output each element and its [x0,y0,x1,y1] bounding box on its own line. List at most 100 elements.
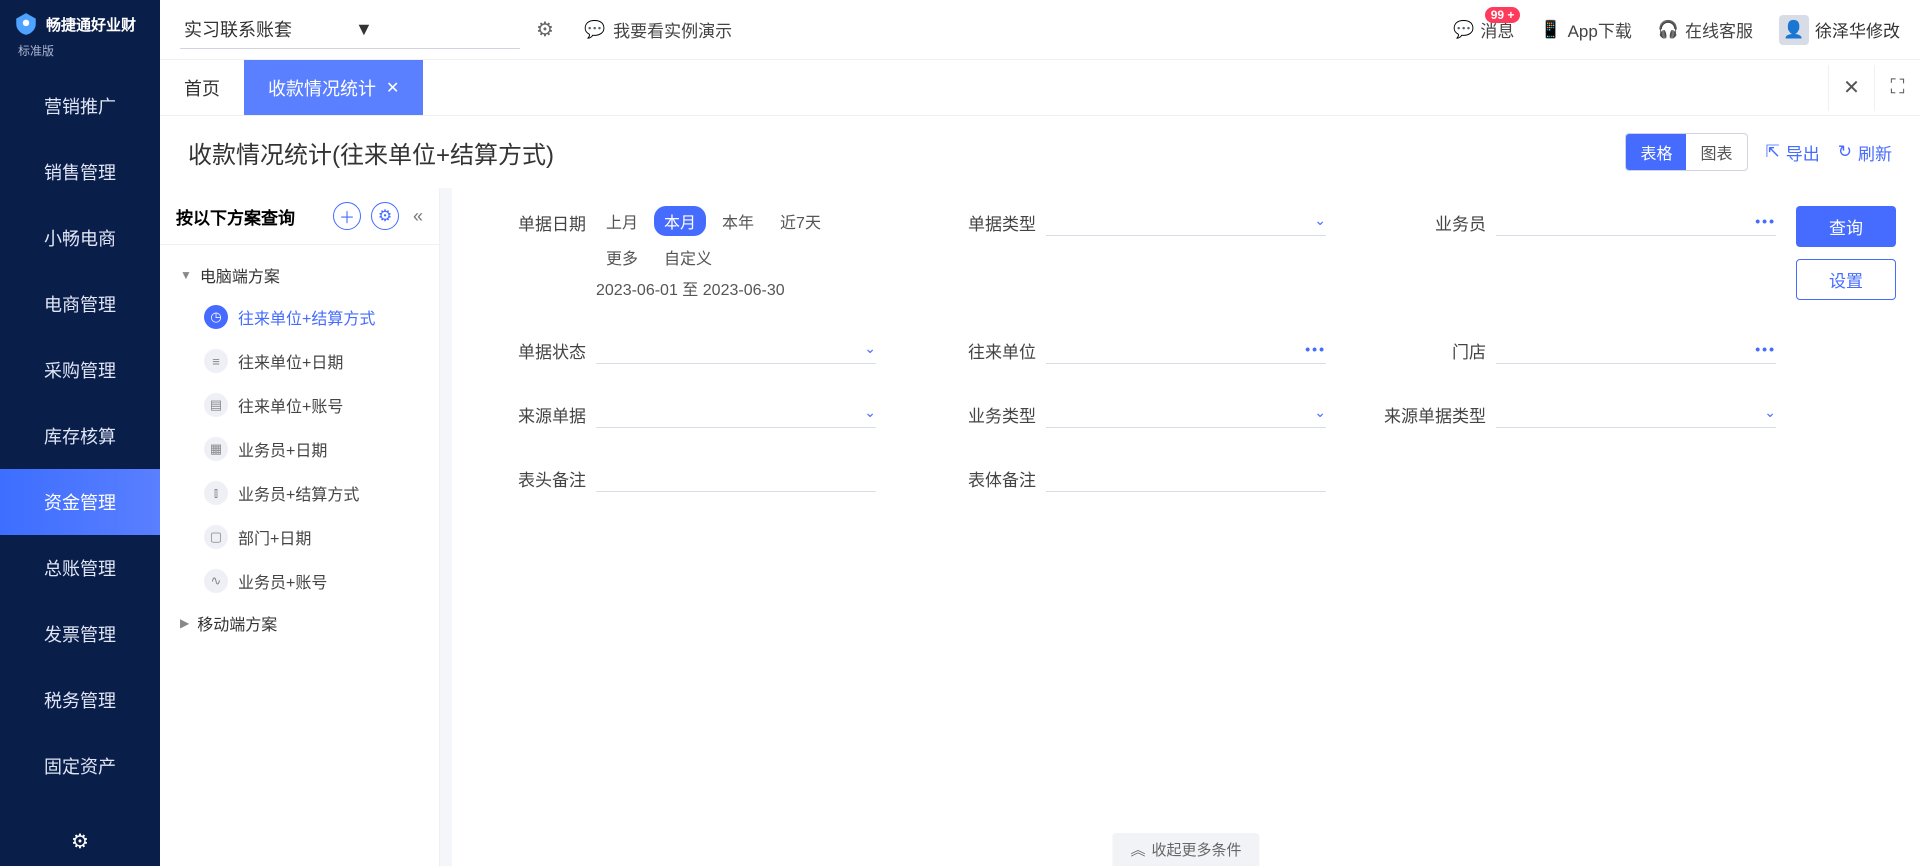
more-icon: ••• [1305,341,1326,357]
query-button[interactable]: 查询 [1796,206,1896,247]
refresh-button[interactable]: ↻ 刷新 [1838,140,1892,165]
chip-this-month[interactable]: 本月 [654,206,706,236]
view-toggle: 表格 图表 [1625,133,1747,171]
salesman-picker[interactable]: ••• [1496,206,1776,236]
chip-last-month[interactable]: 上月 [596,206,648,236]
refresh-label: 刷新 [1858,140,1892,165]
nav-purchase[interactable]: 采购管理 [0,337,160,403]
more-icon: ••• [1755,341,1776,357]
view-table-button[interactable]: 表格 [1626,134,1686,170]
chevron-down-icon: ⌄ [1314,212,1326,229]
tab-receipt-stats[interactable]: 收款情况统计 ✕ [244,60,423,115]
scheme-items-desktop: ◷往来单位+结算方式 ≡往来单位+日期 ▤往来单位+账号 ▦业务员+日期 ⫾业务… [168,295,431,603]
chevron-down-icon: ⌄ [1314,404,1326,421]
tab-label: 首页 [184,75,220,101]
calendar-icon: ▦ [204,437,228,461]
nav-ecommerce[interactable]: 电商管理 [0,271,160,337]
chevron-up-icon: ︽ [1130,839,1145,860]
chip-custom[interactable]: 自定义 [654,242,722,272]
messages-button[interactable]: 💬 消息 99 + [1453,17,1514,42]
avatar-icon: 👤 [1779,15,1809,45]
field-body-remark: 表体备注 [926,462,1326,492]
more-icon: ••• [1755,213,1776,229]
fullscreen-button[interactable]: ⛶ [1874,65,1920,111]
doc-type-select[interactable]: ⌄ [1046,206,1326,236]
label-header-remark: 表头备注 [476,462,586,491]
collapse-filters-button[interactable]: ︽ 收起更多条件 [1112,833,1259,866]
field-partner: 往来单位 ••• [926,334,1326,364]
field-store: 门店 ••• [1376,334,1776,364]
scheme-item-salesman-date[interactable]: ▦业务员+日期 [196,427,431,471]
date-range: 2023-06-01 至 2023-06-30 [596,276,876,300]
collapse-panel-icon[interactable]: « [413,206,423,227]
nav-inventory[interactable]: 库存核算 [0,403,160,469]
field-doc-type: 单据类型 ⌄ [926,206,1326,300]
close-all-tabs-button[interactable]: ✕ [1828,65,1874,111]
partner-picker[interactable]: ••• [1046,334,1326,364]
label-salesman: 业务员 [1376,206,1486,235]
view-chart-button[interactable]: 图表 [1686,134,1746,170]
nav-asset[interactable]: 固定资产 [0,733,160,799]
settings-button[interactable]: 设置 [1796,259,1896,300]
tabs-bar: 首页 收款情况统计 ✕ ✕ ⛶ [160,60,1920,116]
top-header: 实习联系账套 ▼ ⚙ 💬 我要看实例演示 💬 消息 99 + 📱 App下载 🎧… [160,0,1920,60]
page-title: 收款情况统计(往来单位+结算方式) [188,135,554,170]
chevron-down-icon: ⌄ [1764,404,1776,421]
scheme-group-mobile[interactable]: ▶ 移动端方案 [168,603,431,643]
export-button[interactable]: ⇱ 导出 [1766,140,1820,165]
support-button[interactable]: 🎧 在线客服 [1658,17,1753,42]
chip-this-year[interactable]: 本年 [712,206,764,236]
source-doc-select[interactable]: ⌄ [596,398,876,428]
label-partner: 往来单位 [926,334,1036,363]
scheme-item-partner-date[interactable]: ≡往来单位+日期 [196,339,431,383]
doc-status-select[interactable]: ⌄ [596,334,876,364]
chip-7days[interactable]: 近7天 [770,206,831,236]
scheme-group-desktop[interactable]: ▼ 电脑端方案 [168,255,431,295]
date-sep: 至 [682,282,698,299]
nav-marketing[interactable]: 营销推广 [0,73,160,139]
nav-ledger[interactable]: 总账管理 [0,535,160,601]
demo-link[interactable]: 💬 我要看实例演示 [584,17,732,42]
nav-tax[interactable]: 税务管理 [0,667,160,733]
nav-sales[interactable]: 销售管理 [0,139,160,205]
headset-icon: 🎧 [1658,20,1679,40]
tab-home[interactable]: 首页 [160,60,244,115]
collapse-label: 收起更多条件 [1152,839,1242,860]
app-download-button[interactable]: 📱 App下载 [1540,17,1631,42]
clock-icon: ◷ [204,305,228,329]
scheme-settings-button[interactable]: ⚙ [371,202,399,230]
date-to: 2023-06-30 [703,282,785,299]
account-select[interactable]: 实习联系账套 ▼ [180,10,520,49]
account-settings-icon[interactable]: ⚙ [536,17,554,42]
date-chips: 上月 本月 本年 近7天 更多 自定义 [596,206,876,272]
source-doc-type-select[interactable]: ⌄ [1496,398,1776,428]
nav-ecommerce-xc[interactable]: 小畅电商 [0,205,160,271]
scheme-item-salesman-account[interactable]: ∿业务员+账号 [196,559,431,603]
chat-icon: 💬 [584,20,605,40]
scheme-item-partner-account[interactable]: ▤往来单位+账号 [196,383,431,427]
group-label: 移动端方案 [197,611,277,635]
nav-invoice[interactable]: 发票管理 [0,601,160,667]
download-label: App下载 [1568,17,1632,42]
chevron-down-icon: ⌄ [864,340,876,357]
add-scheme-button[interactable]: ＋ [333,202,361,230]
sidebar: 畅捷通好业财 标准版 营销推广 销售管理 小畅电商 电商管理 采购管理 库存核算… [0,0,160,866]
export-icon: ⇱ [1766,142,1780,162]
header-remark-input[interactable] [596,462,876,492]
brand-name: 畅捷通好业财 [46,14,136,35]
body-remark-input[interactable] [1046,462,1326,492]
scheme-item-dept-date[interactable]: ▢部门+日期 [196,515,431,559]
store-picker[interactable]: ••• [1496,334,1776,364]
nav-funds[interactable]: 资金管理 [0,469,160,535]
edition-label: 标准版 [0,42,160,73]
biz-type-select[interactable]: ⌄ [1046,398,1326,428]
card-icon: ▤ [204,393,228,417]
nav-items: 营销推广 销售管理 小畅电商 电商管理 采购管理 库存核算 资金管理 总账管理 … [0,73,160,817]
scheme-item-salesman-settlement[interactable]: ⫾业务员+结算方式 [196,471,431,515]
settings-icon[interactable]: ⚙ [71,831,89,853]
bars-icon: ≡ [204,349,228,373]
chip-more[interactable]: 更多 [596,242,648,272]
user-menu[interactable]: 👤 徐泽华修改 [1779,15,1900,45]
close-icon[interactable]: ✕ [386,78,399,98]
scheme-item-partner-settlement[interactable]: ◷往来单位+结算方式 [196,295,431,339]
